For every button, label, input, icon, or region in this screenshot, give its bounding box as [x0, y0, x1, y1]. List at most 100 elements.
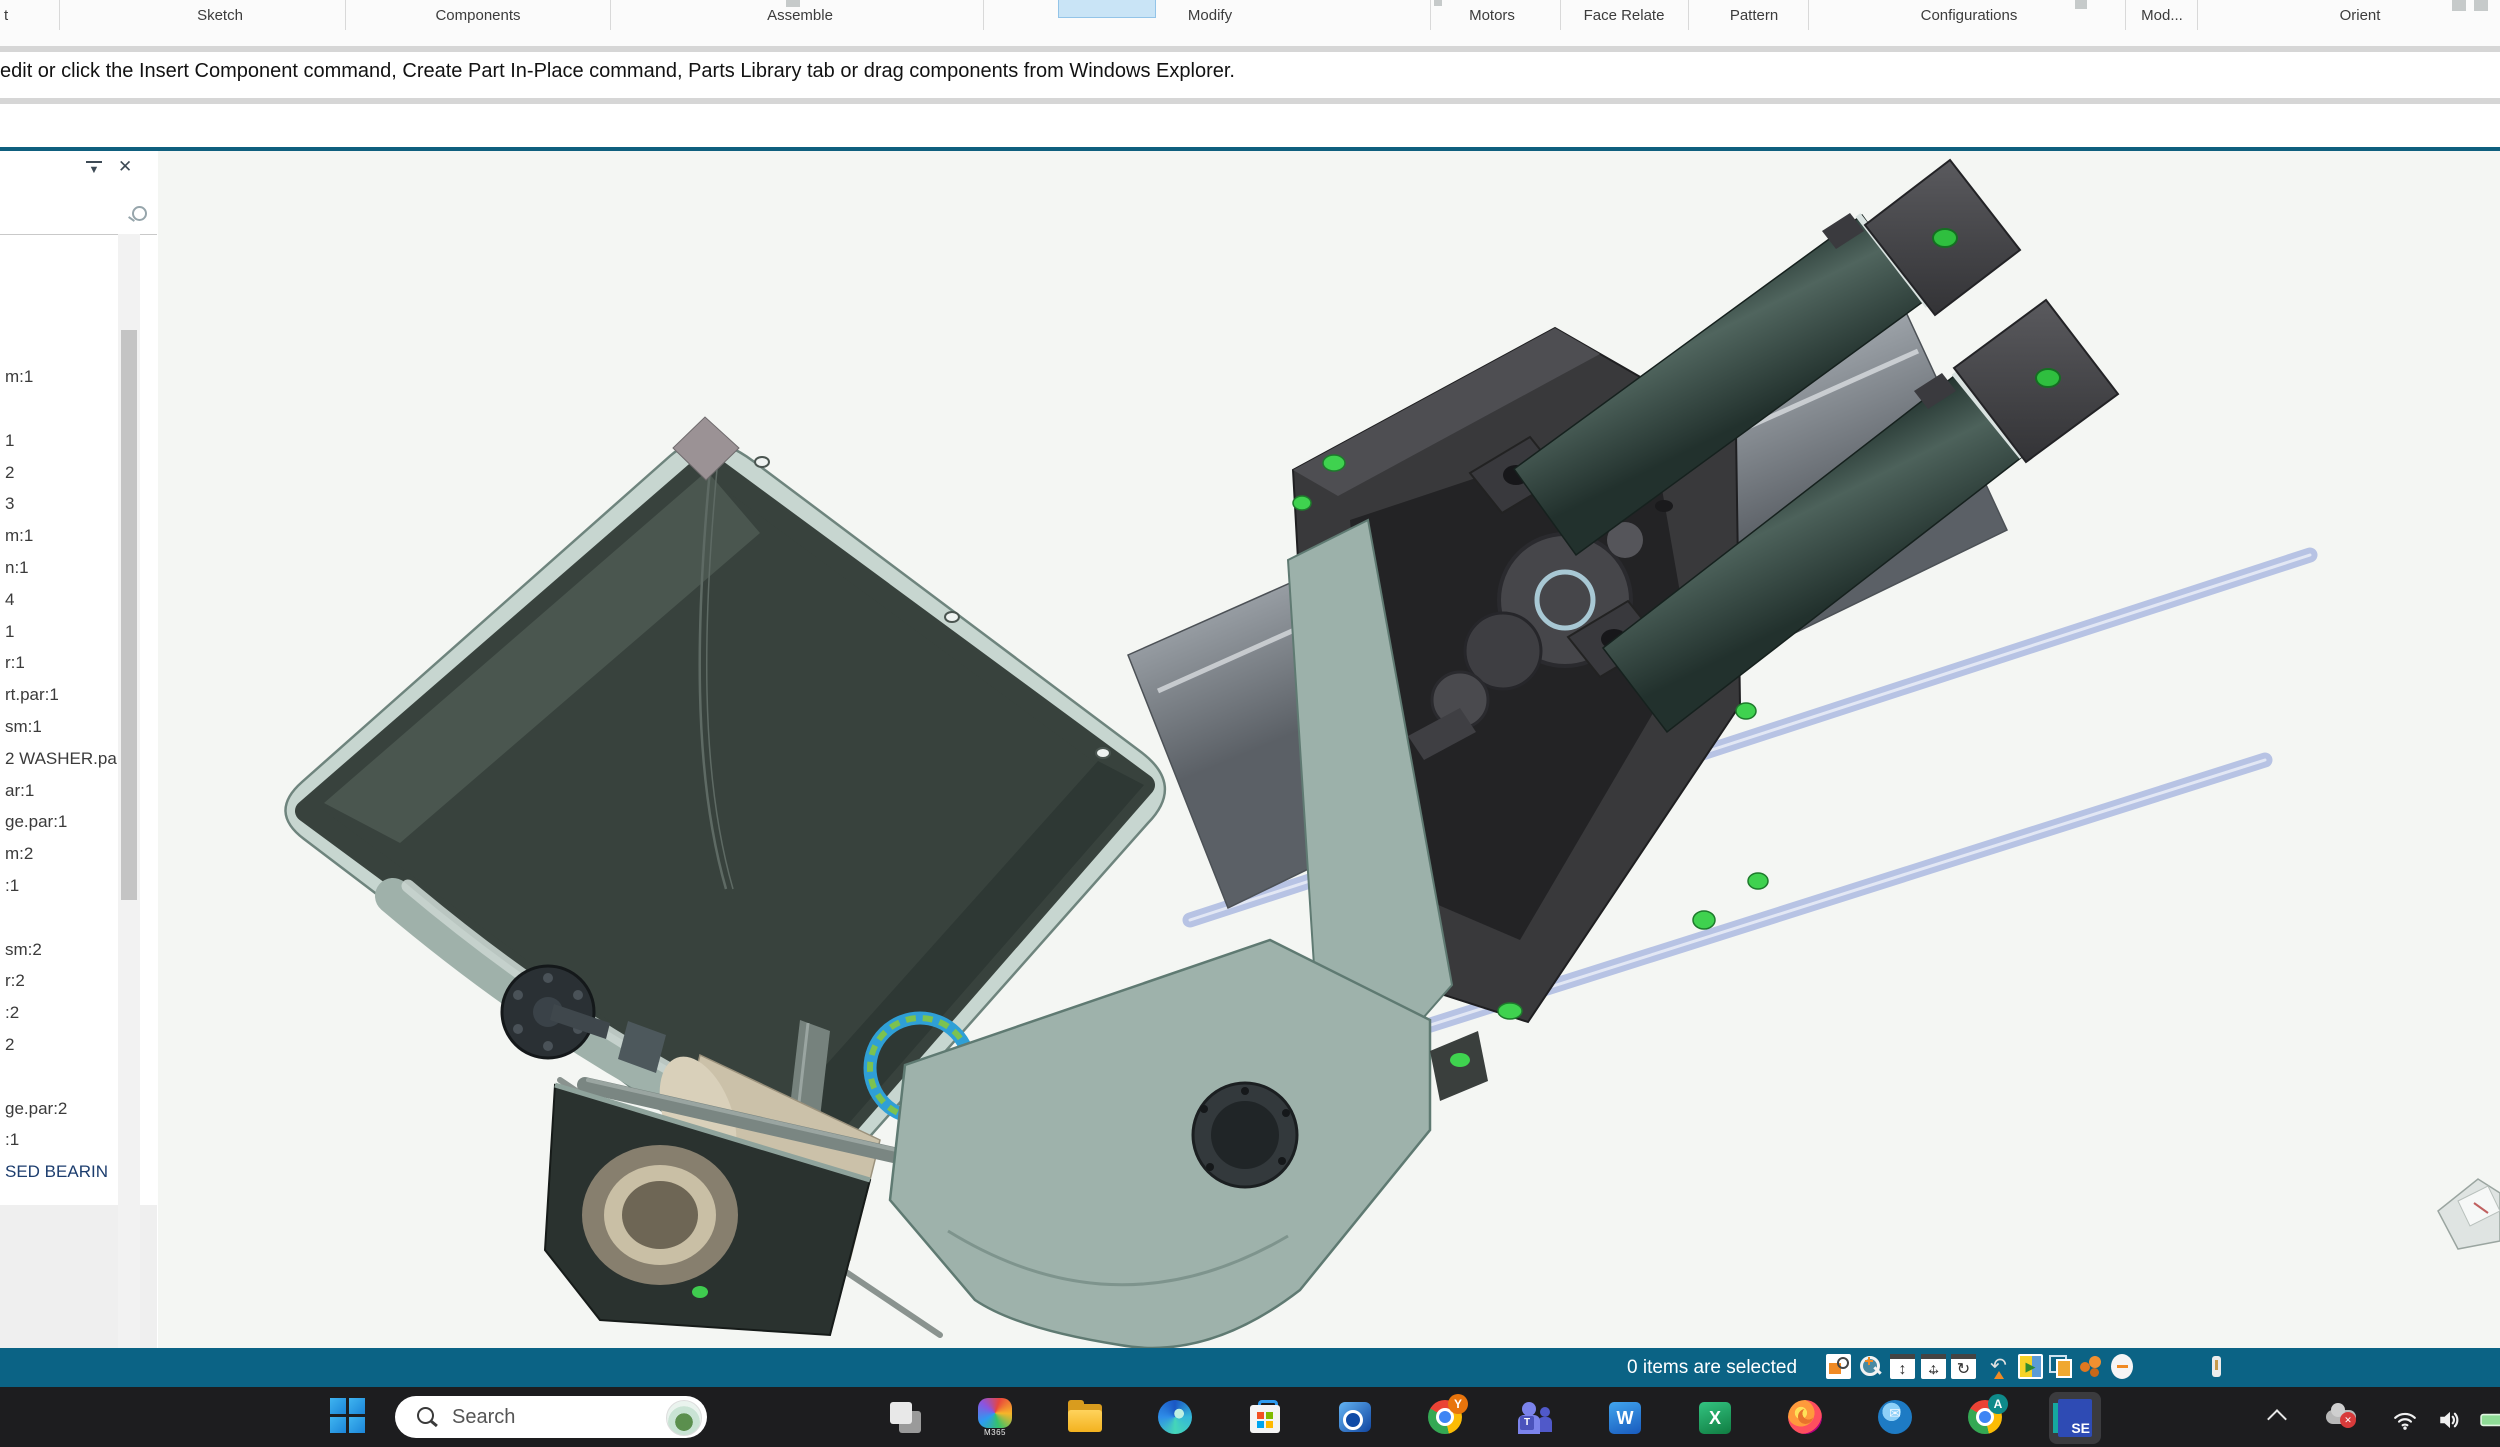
window-layout-icon[interactable] — [2048, 1354, 2073, 1379]
solid-edge-window: t Sketch Components Assemble Modify Moto… — [0, 0, 2500, 1447]
ribbon-group-orient: Orient — [2339, 7, 2381, 24]
ribbon-group-label: t — [4, 7, 9, 24]
ribbon-group-face-relate: Face Relate — [1583, 7, 1665, 24]
file-explorer-icon[interactable] — [1066, 1398, 1104, 1436]
start-button[interactable] — [330, 1398, 366, 1434]
search-label: Search — [452, 1406, 516, 1428]
parts-list-item[interactable] — [0, 266, 118, 298]
teams-icon[interactable]: T — [1516, 1398, 1554, 1436]
prompt-bar: edit or click the Insert Component comma… — [0, 52, 2500, 98]
ribbon-group-mod: Mod... — [2141, 7, 2183, 24]
search-highlight-image[interactable] — [666, 1400, 702, 1436]
ribbon-button-fragment[interactable] — [1434, 0, 1442, 6]
parts-list-item[interactable]: 2 — [0, 457, 118, 489]
parts-list-item[interactable]: sm:2 — [0, 934, 118, 966]
parts-list-item[interactable] — [0, 298, 118, 330]
render-options-icon[interactable] — [2078, 1354, 2103, 1379]
parts-list-item[interactable]: 3 — [0, 488, 118, 520]
search-icon — [417, 1407, 434, 1424]
parts-list-item[interactable]: 1 — [0, 425, 118, 457]
edge-icon[interactable] — [1156, 1398, 1194, 1436]
prompt-bar-text: edit or click the Insert Component comma… — [0, 60, 1235, 82]
rotate-view-icon[interactable]: ↻ — [1951, 1354, 1976, 1379]
volume-icon[interactable] — [2436, 1407, 2464, 1433]
scrollbar[interactable] — [118, 234, 140, 1356]
ribbon-group-sketch: Sketch — [197, 7, 243, 24]
ribbon-separator — [2125, 0, 2126, 30]
microsoft-store-icon[interactable] — [1246, 1398, 1284, 1436]
view-orientation-icon[interactable]: ↶ — [1986, 1354, 2011, 1379]
parts-list-item[interactable]: 2 WASHER.pa — [0, 743, 118, 775]
solid-edge-icon-active[interactable]: SE — [2049, 1392, 2101, 1444]
zoom-slider-handle[interactable] — [2212, 1356, 2221, 1377]
thunderbird-icon[interactable]: ✉ — [1876, 1398, 1914, 1436]
taskbar-search[interactable]: Search — [395, 1396, 707, 1438]
chrome-profile-y-icon[interactable]: Y — [1426, 1394, 1468, 1436]
parts-list-item[interactable] — [0, 234, 118, 266]
select-zoom-icon[interactable] — [1826, 1354, 1851, 1379]
parts-list-item[interactable]: n:1 — [0, 552, 118, 584]
parts-list-item[interactable] — [0, 902, 118, 934]
parts-list-item[interactable]: :1 — [0, 1124, 118, 1156]
parts-list-item[interactable]: ge.par:1 — [0, 806, 118, 838]
ribbon-separator — [983, 0, 984, 30]
pan-icon[interactable]: ↔ ↕ — [1921, 1354, 1946, 1379]
view-styles-icon[interactable]: ▶ — [2018, 1354, 2043, 1379]
parts-list-item[interactable]: sm:1 — [0, 711, 118, 743]
ribbon-separator — [1688, 0, 1689, 30]
assembly-3d-viewport[interactable] — [158, 151, 2500, 1348]
parts-list-item[interactable]: rt.par:1 — [0, 679, 118, 711]
search-input[interactable] — [0, 198, 157, 235]
m365-copilot-icon[interactable]: M365 — [976, 1398, 1014, 1437]
ribbon-separator — [345, 0, 346, 30]
onedrive-error-icon[interactable]: ✕ — [2326, 1403, 2356, 1428]
excel-icon[interactable]: X — [1696, 1398, 1734, 1436]
parts-list-item[interactable]: m:1 — [0, 361, 118, 393]
fit-view-icon[interactable]: ↕ — [1890, 1354, 1915, 1379]
ribbon-button-fragment[interactable] — [2452, 0, 2466, 11]
outlook-icon[interactable] — [1336, 1398, 1374, 1436]
parts-list-item[interactable]: m:1 — [0, 520, 118, 552]
deactivate-icon[interactable] — [2110, 1354, 2135, 1379]
status-bar: 0 items are selected ↕ ↔ ↕ ↻ ↶ ▶ — [0, 1348, 2500, 1387]
firefox-icon[interactable] — [1786, 1398, 1824, 1436]
parts-list-item[interactable] — [0, 393, 118, 425]
ribbon-group-row: t Sketch Components Assemble Modify Moto… — [0, 0, 2500, 46]
parts-list-item[interactable] — [0, 1061, 118, 1093]
task-view-button[interactable] — [886, 1398, 924, 1436]
parts-list-item[interactable]: ge.par:2 — [0, 1093, 118, 1125]
ribbon-button-fragment[interactable] — [786, 0, 800, 7]
parts-list[interactable]: m:1 1 2 3 m:1 n:1 4 1 r:1 rt.par:1 sm:1 2 WASHER.pa… — [0, 234, 118, 1206]
parts-list-item[interactable]: 2 — [0, 1029, 118, 1061]
scrollbar-thumb[interactable] — [121, 330, 137, 900]
word-icon[interactable]: W — [1606, 1398, 1644, 1436]
parts-list-item[interactable]: SED BEARIN — [0, 1156, 118, 1188]
parts-list-item[interactable]: r:2 — [0, 965, 118, 997]
parts-list-item[interactable]: ar:1 — [0, 775, 118, 807]
parts-list-item[interactable] — [0, 329, 118, 361]
wifi-icon[interactable] — [2392, 1407, 2418, 1433]
chrome-profile-a-icon[interactable]: A — [1966, 1394, 2008, 1436]
pathfinder-panel: ▼ ✕ m:1 1 2 3 m:1 n:1 4 1 r:1 rt.par:1 sm:1 2 WASHE… — [0, 151, 159, 1356]
battery-icon[interactable] — [2480, 1407, 2500, 1433]
parts-list-item[interactable]: r:1 — [0, 647, 118, 679]
ribbon-separator — [610, 0, 611, 30]
ribbon-group-pattern: Pattern — [1729, 7, 1779, 24]
ribbon-separator — [59, 0, 60, 30]
zoom-icon[interactable] — [1858, 1354, 1883, 1379]
highlighted-ribbon-button[interactable] — [1058, 0, 1156, 18]
parts-list-item[interactable]: 4 — [0, 584, 118, 616]
parts-list-item[interactable]: :2 — [0, 997, 118, 1029]
parts-list-item[interactable]: :1 — [0, 870, 118, 902]
parts-list-item[interactable]: 1 — [0, 616, 118, 648]
ribbon-group-motors: Motors — [1469, 7, 1515, 24]
search-icon[interactable] — [132, 206, 147, 221]
ribbon-button-fragment[interactable] — [2075, 0, 2087, 9]
ribbon-group-components: Components — [435, 7, 521, 24]
parts-list-item[interactable]: m:2 — [0, 838, 118, 870]
ribbon-separator — [2197, 0, 2198, 30]
auto-hide-icon[interactable]: ▼ — [86, 161, 102, 177]
close-icon[interactable]: ✕ — [118, 157, 132, 177]
ribbon-button-fragment[interactable] — [2474, 0, 2488, 11]
ribbon-group-configurations: Configurations — [1920, 7, 2018, 24]
